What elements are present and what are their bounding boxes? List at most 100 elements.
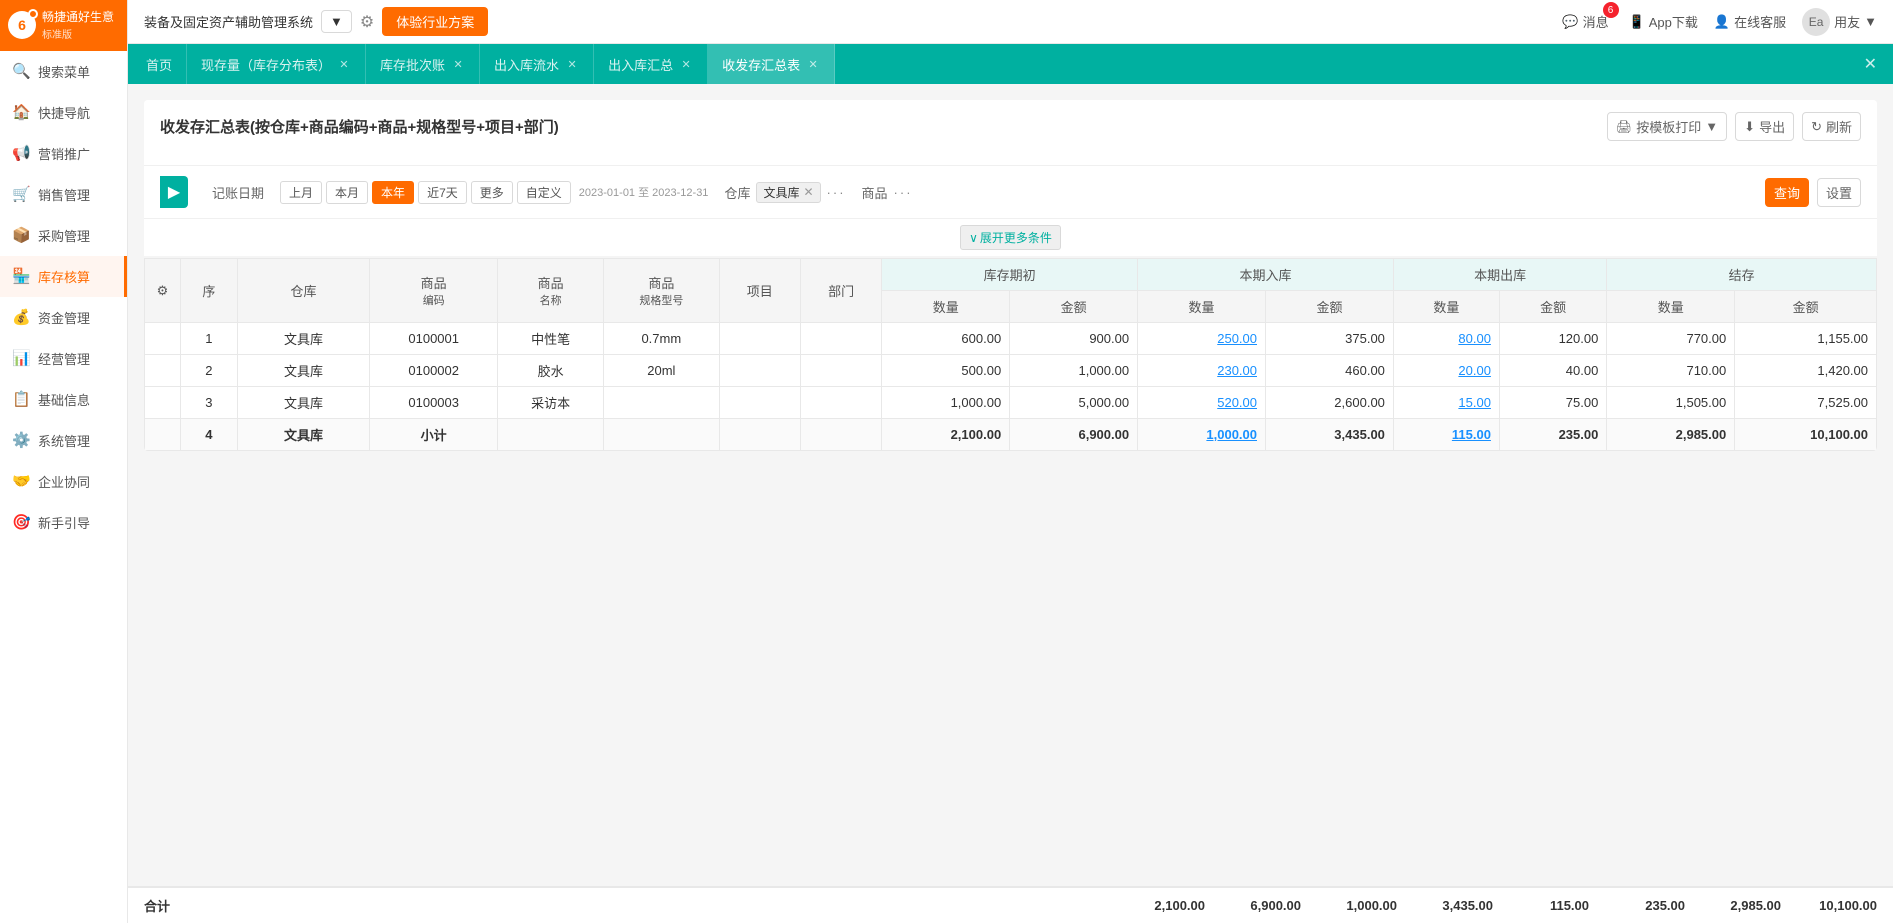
topbar-right: 💬 消息 6 📱 App下载 👤 在线客服 Ea 用友 ▼ bbox=[1558, 8, 1877, 36]
app-download-item[interactable]: 📱 App下载 bbox=[1629, 12, 1698, 31]
messages-item[interactable]: 💬 消息 6 bbox=[1558, 8, 1612, 35]
tab-bar: 首页 现存量（库存分布表） ✕ 库存批次账 ✕ 出入库流水 ✕ 出入库汇总 ✕ … bbox=[128, 44, 1893, 84]
message-icon: 💬 bbox=[1562, 14, 1578, 30]
date-btn-7days[interactable]: 近7天 bbox=[418, 181, 467, 204]
data-table-container: ⚙ 序 仓库 商品编码 商品名称 商品规格型号 项目 部门 库存期初 本期入库 … bbox=[144, 258, 1877, 451]
sidebar-item-guide[interactable]: 🎯 新手引导 bbox=[0, 502, 127, 543]
sidebar-item-enterprise[interactable]: 🤝 企业协同 bbox=[0, 461, 127, 502]
row2-dept bbox=[800, 355, 881, 387]
table-settings-col[interactable]: ⚙ bbox=[145, 259, 181, 323]
col-header-goods-name: 商品名称 bbox=[498, 259, 604, 323]
subtotal-warehouse: 文具库 bbox=[237, 419, 369, 451]
date-btn-this-year[interactable]: 本年 bbox=[372, 181, 414, 204]
settings-icon[interactable]: ⚙ bbox=[360, 12, 374, 32]
tab-summary-io-close[interactable]: ✕ bbox=[679, 57, 693, 71]
date-btn-prev-month[interactable]: 上月 bbox=[280, 181, 322, 204]
trial-button[interactable]: 体验行业方案 bbox=[382, 7, 488, 36]
tab-bar-close-all[interactable]: ✕ bbox=[1856, 54, 1885, 74]
sidebar-item-system[interactable]: ⚙️ 系统管理 bbox=[0, 420, 127, 461]
date-btn-more[interactable]: 更多 bbox=[471, 181, 513, 204]
tab-home[interactable]: 首页 bbox=[136, 44, 187, 84]
sidebar-purchase-label: 采购管理 bbox=[38, 226, 90, 245]
refresh-button[interactable]: ↻ 刷新 bbox=[1802, 112, 1861, 141]
row2-in-qty[interactable]: 230.00 bbox=[1138, 355, 1266, 387]
user-label: 用友 bbox=[1834, 12, 1860, 31]
print-button[interactable]: 🖨 按模板打印 ▼ bbox=[1607, 112, 1727, 141]
basic-icon: 📋 bbox=[12, 390, 30, 408]
tab-batch-close[interactable]: ✕ bbox=[451, 57, 465, 71]
warehouse-tag[interactable]: 文具库 ✕ bbox=[756, 182, 820, 203]
row1-out-qty[interactable]: 80.00 bbox=[1393, 323, 1499, 355]
system-selector[interactable]: ▼ bbox=[321, 10, 352, 33]
tab-flow[interactable]: 出入库流水 ✕ bbox=[480, 44, 594, 84]
tab-stock-summary-close[interactable]: ✕ bbox=[806, 57, 820, 71]
tab-flow-close[interactable]: ✕ bbox=[565, 57, 579, 71]
table-row: 3 文具库 0100003 采访本 1,000.00 5,000.00 520.… bbox=[145, 387, 1877, 419]
sidebar-item-inventory[interactable]: 🏪 库存核算 bbox=[0, 256, 127, 297]
row2-in-amt: 460.00 bbox=[1266, 355, 1394, 387]
col-in-amt: 金额 bbox=[1266, 291, 1394, 323]
row3-out-qty[interactable]: 15.00 bbox=[1393, 387, 1499, 419]
tab-summary-io[interactable]: 出入库汇总 ✕ bbox=[594, 44, 708, 84]
logo-badge bbox=[28, 9, 38, 19]
printer-icon: 🖨 bbox=[1616, 119, 1633, 135]
enterprise-icon: 🤝 bbox=[12, 472, 30, 490]
warehouse-tag-text: 文具库 bbox=[763, 184, 799, 201]
user-item[interactable]: Ea 用友 ▼ bbox=[1802, 8, 1877, 36]
col-header-out: 本期出库 bbox=[1393, 259, 1606, 291]
col-header-goods-spec: 商品规格型号 bbox=[604, 259, 719, 323]
page-footer: 合计 2,100.00 6,900.00 1,000.00 3,435.00 1… bbox=[128, 886, 1893, 923]
footer-open-amt: 6,900.00 bbox=[1221, 898, 1301, 913]
sidebar-header: 6 畅捷通好生意 标准版 bbox=[0, 0, 127, 51]
sidebar-inventory-label: 库存核算 bbox=[38, 267, 90, 286]
row3-bal-qty: 1,505.00 bbox=[1607, 387, 1735, 419]
row1-in-qty[interactable]: 250.00 bbox=[1138, 323, 1266, 355]
expand-label: 展开更多条件 bbox=[980, 229, 1052, 246]
row1-project bbox=[719, 323, 800, 355]
topbar-left: 装备及固定资产辅助管理系统 ▼ ⚙ 体验行业方案 bbox=[144, 7, 488, 36]
sidebar-item-search[interactable]: 🔍 搜索菜单 bbox=[0, 51, 127, 92]
sidebar-item-marketing[interactable]: 📢 营销推广 bbox=[0, 133, 127, 174]
row2-out-qty[interactable]: 20.00 bbox=[1393, 355, 1499, 387]
table-row: 2 文具库 0100002 胶水 20ml 500.00 1,000.00 23… bbox=[145, 355, 1877, 387]
quick-nav-icon: 🏠 bbox=[12, 103, 30, 121]
expand-conditions-button[interactable]: ∨ 展开更多条件 bbox=[960, 225, 1061, 250]
row3-num: 3 bbox=[181, 387, 238, 419]
sidebar-item-purchase[interactable]: 📦 采购管理 bbox=[0, 215, 127, 256]
tab-stock-dist-close[interactable]: ✕ bbox=[337, 57, 351, 71]
sidebar-sales-label: 销售管理 bbox=[38, 185, 90, 204]
warehouse-tag-close-icon[interactable]: ✕ bbox=[803, 185, 813, 199]
row3-in-qty[interactable]: 520.00 bbox=[1138, 387, 1266, 419]
subtotal-out-qty[interactable]: 115.00 bbox=[1393, 419, 1499, 451]
sidebar-item-sales[interactable]: 🛒 销售管理 bbox=[0, 174, 127, 215]
export-button[interactable]: ⬇ 导出 bbox=[1735, 112, 1794, 141]
warehouse-label: 仓库 bbox=[724, 183, 750, 202]
sidebar-item-finance[interactable]: 💰 资金管理 bbox=[0, 297, 127, 338]
tab-stock-summary[interactable]: 收发存汇总表 ✕ bbox=[708, 44, 835, 84]
inventory-icon: 🏪 bbox=[12, 267, 30, 285]
sidebar-item-operations[interactable]: 📊 经营管理 bbox=[0, 338, 127, 379]
sidebar-item-basic[interactable]: 📋 基础信息 bbox=[0, 379, 127, 420]
date-btn-this-month[interactable]: 本月 bbox=[326, 181, 368, 204]
table-subtotal-row: 4 文具库 小计 2,100.00 6,900.00 1,000.00 3,43… bbox=[145, 419, 1877, 451]
sidebar-item-quick-nav[interactable]: 🏠 快捷导航 bbox=[0, 92, 127, 133]
system-title: 装备及固定资产辅助管理系统 bbox=[144, 12, 313, 31]
messages-badge: 6 bbox=[1603, 2, 1619, 18]
system-icon: ⚙️ bbox=[12, 431, 30, 449]
tab-batch[interactable]: 库存批次账 ✕ bbox=[366, 44, 480, 84]
sidebar-menu: 🔍 搜索菜单 🏠 快捷导航 📢 营销推广 🛒 销售管理 📦 采购管理 🏪 库存核… bbox=[0, 51, 127, 923]
filter-toggle-button[interactable]: ▶ bbox=[160, 176, 188, 208]
row1-dept bbox=[800, 323, 881, 355]
query-button[interactable]: 查询 bbox=[1765, 178, 1809, 207]
date-btn-custom[interactable]: 自定义 bbox=[517, 181, 571, 204]
warehouse-dots[interactable]: ··· bbox=[827, 185, 846, 200]
subtotal-in-qty[interactable]: 1,000.00 bbox=[1138, 419, 1266, 451]
row3-warehouse: 文具库 bbox=[237, 387, 369, 419]
row3-in-amt: 2,600.00 bbox=[1266, 387, 1394, 419]
tab-stock-dist[interactable]: 现存量（库存分布表） ✕ bbox=[187, 44, 366, 84]
service-icon: 👤 bbox=[1714, 14, 1730, 30]
goods-dots[interactable]: ··· bbox=[894, 185, 913, 200]
date-buttons: 上月 本月 本年 近7天 更多 自定义 2023-01-01 至 2023-12… bbox=[280, 181, 708, 204]
filter-settings-button[interactable]: 设置 bbox=[1817, 178, 1861, 207]
online-service-item[interactable]: 👤 在线客服 bbox=[1714, 12, 1786, 31]
